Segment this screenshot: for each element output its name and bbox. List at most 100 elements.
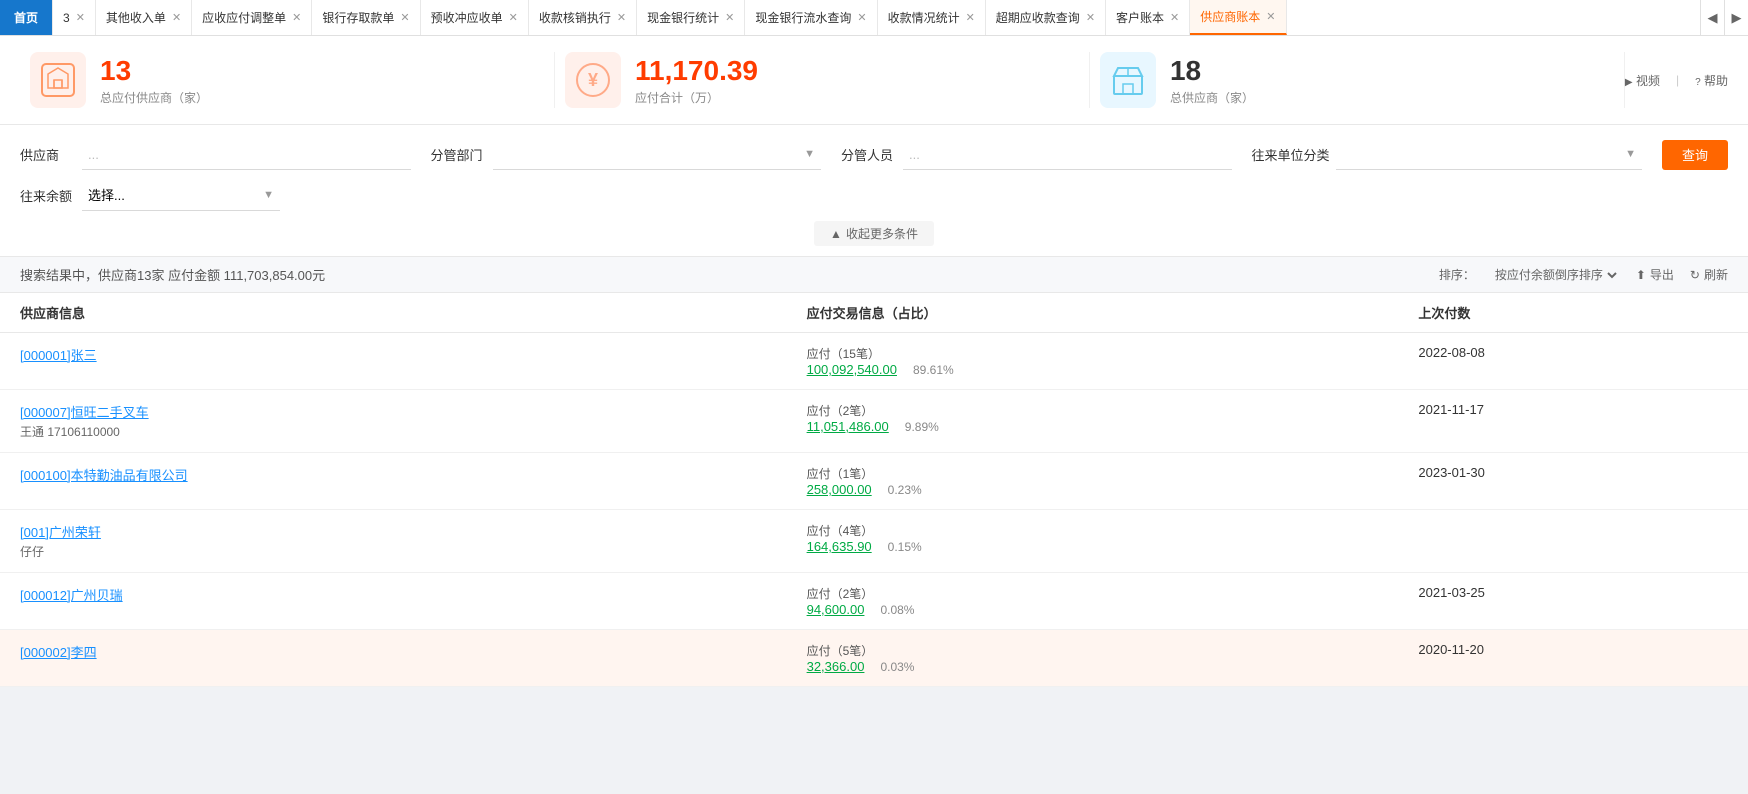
nav-tab-collection[interactable]: 收款核销执行 ✕ <box>529 0 637 35</box>
filter-person-label: 分管人员 <box>841 145 897 164</box>
supplier-link[interactable]: [000007]恒旺二手叉车 <box>20 405 149 420</box>
dept-select[interactable] <box>493 139 822 169</box>
person-input[interactable] <box>903 140 1232 170</box>
tx-amount[interactable]: 94,600.00 <box>807 602 865 617</box>
col-header-supplier: 供应商信息 <box>0 293 787 333</box>
nav-tab-overdue-close[interactable]: ✕ <box>1086 11 1095 24</box>
sort-area: 排序： 按应付余额倒序排序 ⬆ 导出 ↻ 刷新 <box>1439 266 1728 283</box>
supplier-contact: 王通 17106110000 <box>20 423 767 440</box>
supplier-input[interactable] <box>82 140 411 170</box>
nav-home[interactable]: 首页 <box>0 0 53 35</box>
nav-tab-receipt-stat[interactable]: 收款情况统计 ✕ <box>878 0 986 35</box>
nav-tab-other-income[interactable]: 其他收入单 ✕ <box>96 0 192 35</box>
nav-tab-receipt-stat-close[interactable]: ✕ <box>966 11 975 24</box>
supplier-info-cell: [000012]广州贝瑞 <box>0 573 787 630</box>
nav-tab-adjust-close[interactable]: ✕ <box>292 11 301 24</box>
video-label: 视频 <box>1636 74 1660 88</box>
category-select[interactable] <box>1336 139 1642 169</box>
tx-amount[interactable]: 11,051,486.00 <box>807 419 889 434</box>
tx-amount[interactable]: 164,635.90 <box>807 539 872 554</box>
table-row: [000002]李四应付（5笔）32,366.000.03%2020-11-20 <box>0 630 1748 687</box>
filter-category-label: 往来单位分类 <box>1252 145 1330 164</box>
help-link[interactable]: ? 帮助 <box>1695 72 1728 89</box>
nav-tab-advance[interactable]: 预收冲应收单 ✕ <box>421 0 529 35</box>
summary-text-suppliers: 13 总应付供应商（家） <box>100 54 208 107</box>
supplier-link[interactable]: [000002]李四 <box>20 645 97 660</box>
nav-tab-adjust[interactable]: 应收应付调整单 ✕ <box>192 0 312 35</box>
results-summary: 搜索结果中，供应商13家 应付金额 111,703,854.00元 <box>20 265 325 284</box>
refresh-button[interactable]: ↻ 刷新 <box>1690 266 1728 283</box>
help-label: 帮助 <box>1704 74 1728 88</box>
sort-select[interactable]: 按应付余额倒序排序 <box>1491 267 1620 283</box>
filter-supplier: 供应商 <box>20 140 411 170</box>
nav-tab-other-income-close[interactable]: ✕ <box>172 11 181 24</box>
help-icon: ? <box>1695 77 1701 88</box>
nav-tab-cash-flow-close[interactable]: ✕ <box>857 11 866 24</box>
tx-percent: 9.89% <box>905 420 939 434</box>
nav-prev-arrow[interactable]: ◀ <box>1700 0 1724 36</box>
supplier-icon <box>30 52 86 108</box>
supplier-info-cell: [000002]李四 <box>0 630 787 687</box>
nav-arrows: ◀ ▶ <box>1700 0 1748 36</box>
video-icon: ▶ <box>1625 77 1633 88</box>
tx-info-cell: 应付（2笔）94,600.000.08% <box>787 573 1399 630</box>
tx-percent: 0.08% <box>880 603 914 617</box>
tx-info-cell: 应付（15笔）100,092,540.0089.61% <box>787 333 1399 390</box>
nav-tab-collection-label: 收款核销执行 <box>539 9 611 26</box>
supplier-link[interactable]: [001]广州荣轩 <box>20 525 101 540</box>
nav-tab-3-close[interactable]: ✕ <box>76 11 85 24</box>
filter-area: 供应商 分管部门 ▼ 分管人员 往来单位分类 ▼ 查询 <box>0 125 1748 257</box>
balance-select-wrap: 选择... ▼ <box>82 180 280 211</box>
nav-tab-cash-flow-label: 现金银行流水查询 <box>755 9 851 26</box>
total-suppliers: 18 <box>1170 54 1254 88</box>
tx-label: 应付（5笔） <box>807 642 1379 659</box>
nav-tab-collection-close[interactable]: ✕ <box>617 11 626 24</box>
nav-tab-cash-stat-close[interactable]: ✕ <box>725 11 734 24</box>
search-button[interactable]: 查询 <box>1662 140 1728 170</box>
table-row: [000007]恒旺二手叉车王通 17106110000应付（2笔）11,051… <box>0 390 1748 453</box>
nav-tab-supplier-ledger[interactable]: 供应商账本 ✕ <box>1190 0 1286 35</box>
filter-dept-label: 分管部门 <box>431 145 487 164</box>
nav-tab-3[interactable]: 3 ✕ <box>53 0 96 35</box>
tx-label: 应付（2笔） <box>807 402 1379 419</box>
nav-tab-customer-ledger-close[interactable]: ✕ <box>1170 11 1179 24</box>
supplier-info-cell: [000007]恒旺二手叉车王通 17106110000 <box>0 390 787 453</box>
summary-text-total: 18 总供应商（家） <box>1170 54 1254 107</box>
nav-tab-cash-stat[interactable]: 现金银行统计 ✕ <box>637 0 745 35</box>
category-select-wrap: ▼ <box>1336 139 1642 170</box>
export-button[interactable]: ⬆ 导出 <box>1636 266 1674 283</box>
nav-tab-overdue[interactable]: 超期应收款查询 ✕ <box>986 0 1106 35</box>
supplier-link[interactable]: [000100]本特勤油品有限公司 <box>20 468 188 483</box>
divider: | <box>1676 73 1679 87</box>
nav-tab-bank-label: 银行存取款单 <box>322 9 394 26</box>
nav-tab-supplier-ledger-close[interactable]: ✕ <box>1266 10 1275 23</box>
balance-select[interactable]: 选择... <box>82 180 280 210</box>
supplier-link[interactable]: [000012]广州贝瑞 <box>20 588 123 603</box>
filter-balance-label: 往来余额 <box>20 186 76 205</box>
nav-tab-3-label: 3 <box>63 11 70 25</box>
nav-tab-bank-close[interactable]: ✕ <box>400 11 409 24</box>
nav-tab-supplier-ledger-label: 供应商账本 <box>1200 8 1260 25</box>
tx-info-cell: 应付（2笔）11,051,486.00 9.89% <box>787 390 1399 453</box>
nav-next-arrow[interactable]: ▶ <box>1724 0 1748 36</box>
export-icon: ⬆ <box>1636 268 1646 282</box>
table-body: [000001]张三应付（15笔）100,092,540.0089.61%202… <box>0 333 1748 687</box>
tx-amount[interactable]: 32,366.00 <box>807 659 865 674</box>
tx-amount[interactable]: 258,000.00 <box>807 482 872 497</box>
supplier-link[interactable]: [000001]张三 <box>20 348 97 363</box>
video-link[interactable]: ▶ 视频 <box>1625 72 1660 89</box>
supplier-info-cell: [000001]张三 <box>0 333 787 390</box>
total-payable-suppliers-label: 总应付供应商（家） <box>100 89 208 106</box>
collapse-button[interactable]: ▲ 收起更多条件 <box>814 221 934 246</box>
nav-tab-advance-close[interactable]: ✕ <box>509 11 518 24</box>
nav-tab-customer-ledger[interactable]: 客户账本 ✕ <box>1106 0 1190 35</box>
nav-tab-bank[interactable]: 银行存取款单 ✕ <box>312 0 420 35</box>
tx-amount[interactable]: 100,092,540.00 <box>807 362 897 377</box>
tx-info-cell: 应付（1笔）258,000.000.23% <box>787 453 1399 510</box>
sort-label: 排序： <box>1439 266 1475 283</box>
supplier-table: 供应商信息 应付交易信息（占比） 上次付数 [000001]张三应付（15笔）1… <box>0 293 1748 687</box>
dept-select-wrap: ▼ <box>493 139 822 170</box>
nav-tab-cash-flow[interactable]: 现金银行流水查询 ✕ <box>745 0 877 35</box>
supplier-info-cell: [000100]本特勤油品有限公司 <box>0 453 787 510</box>
table-row: [000012]广州贝瑞应付（2笔）94,600.000.08%2021-03-… <box>0 573 1748 630</box>
